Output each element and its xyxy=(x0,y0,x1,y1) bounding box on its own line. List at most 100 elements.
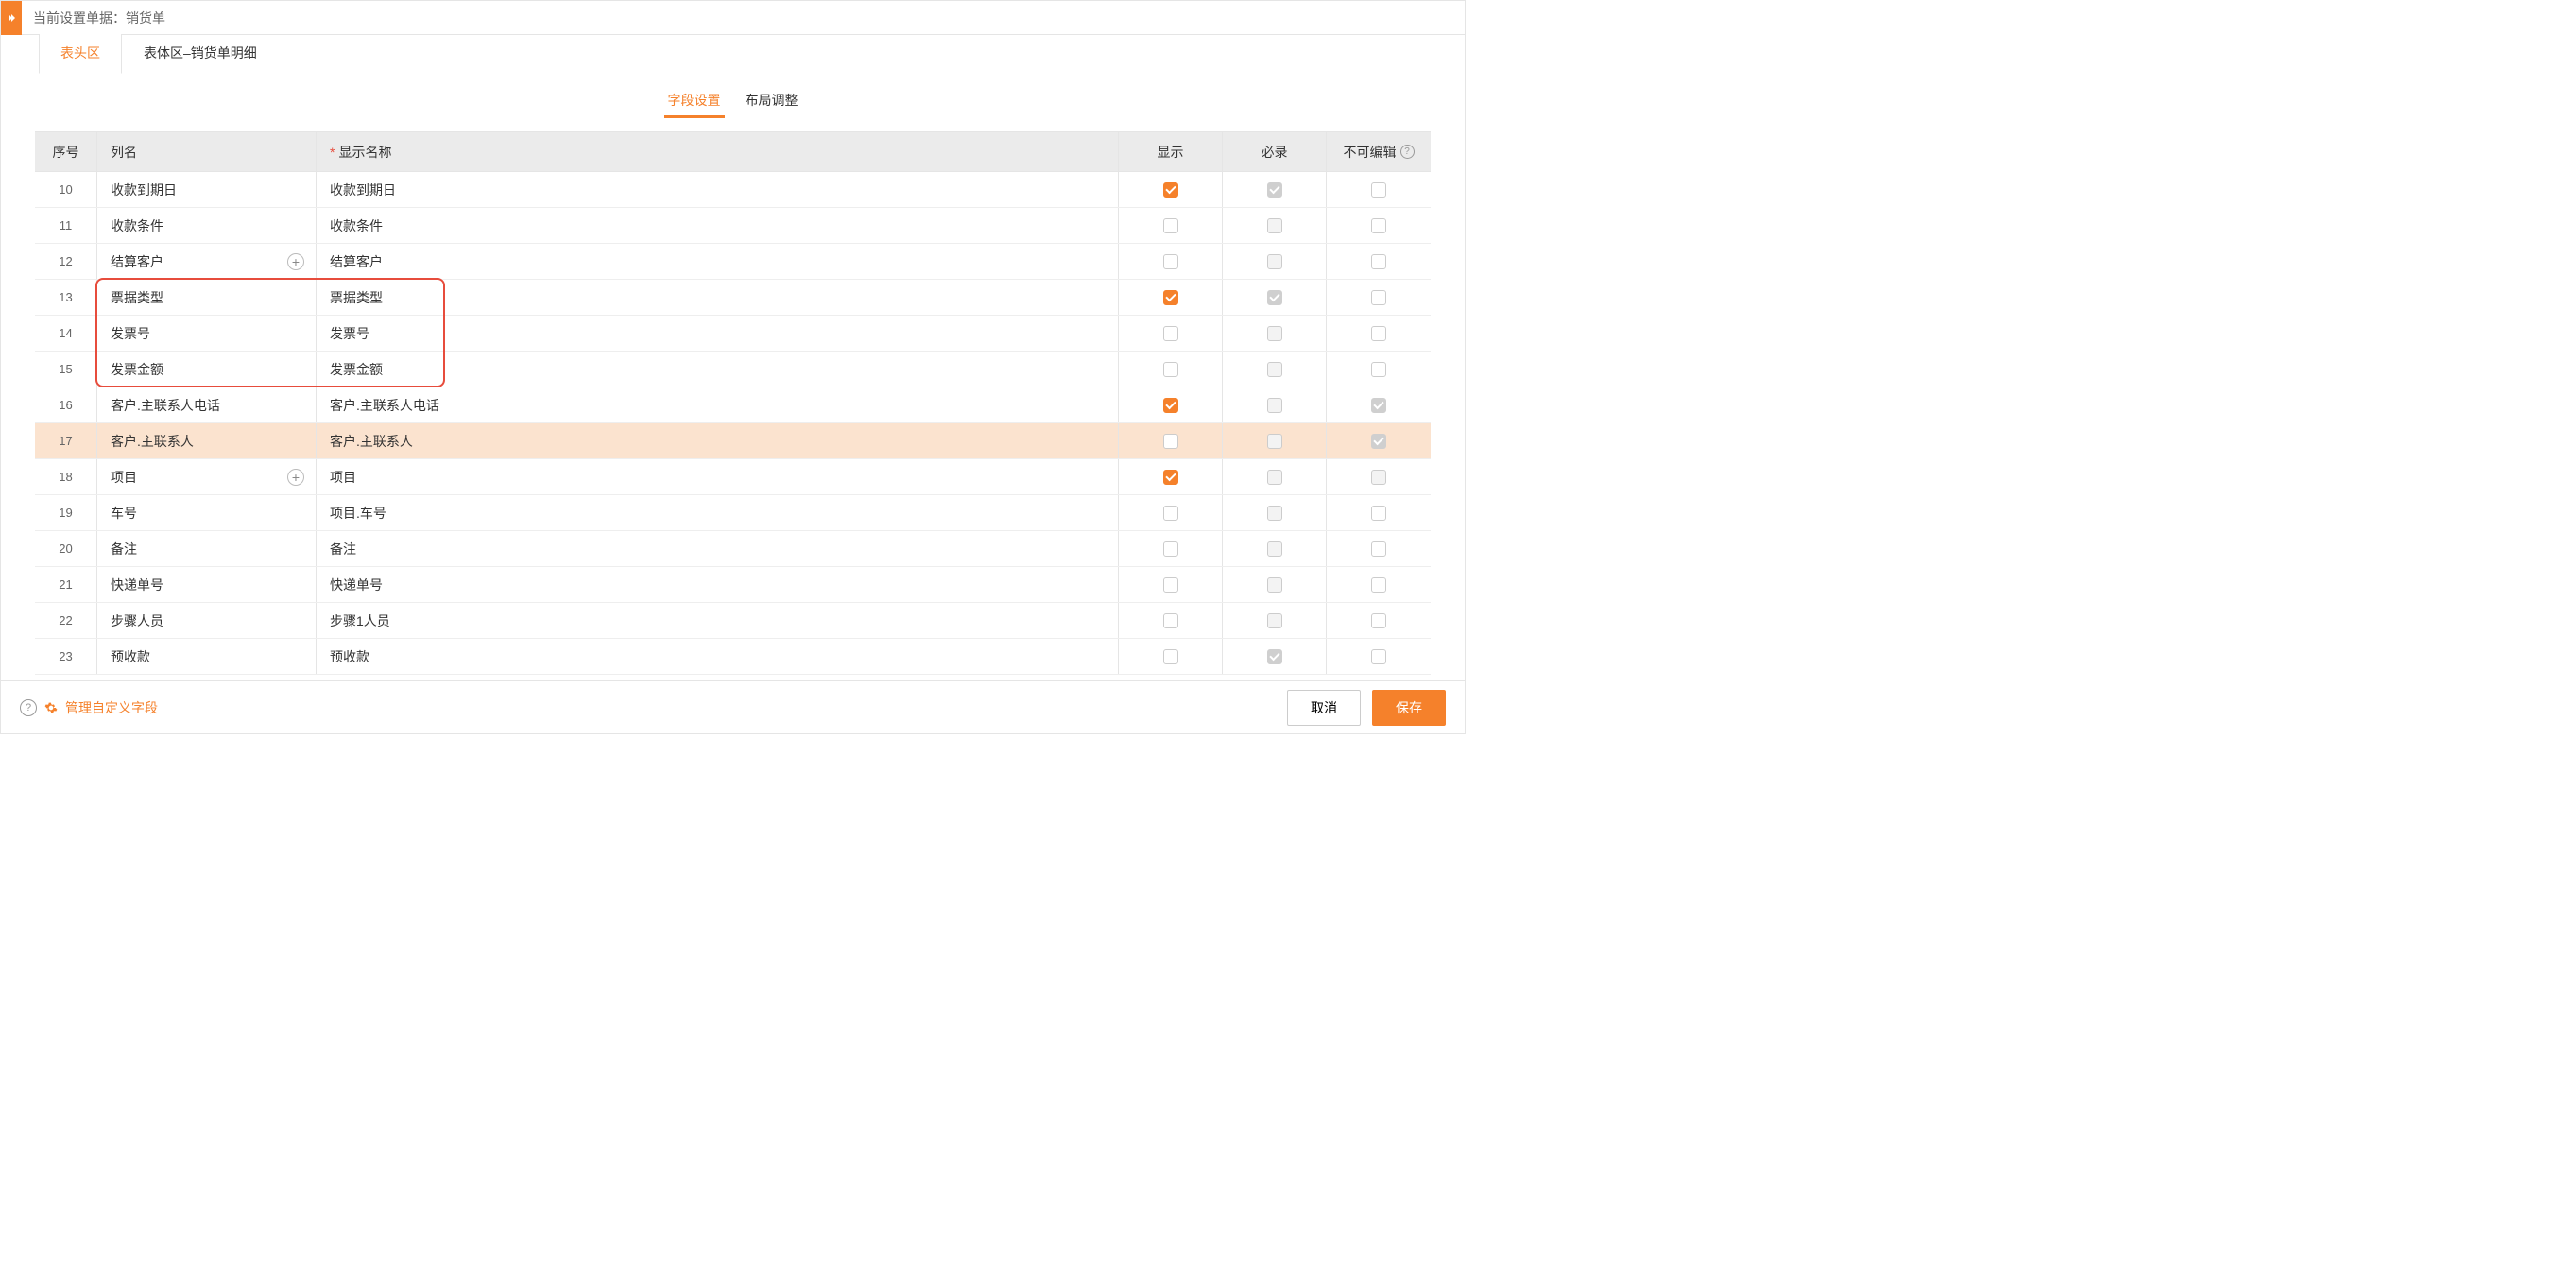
cell-display-name[interactable]: 快递单号 xyxy=(317,567,1119,602)
readonly-checkbox[interactable] xyxy=(1371,506,1386,521)
cell-required xyxy=(1223,459,1327,494)
col-header-required: 必录 xyxy=(1223,132,1327,171)
required-checkbox xyxy=(1267,362,1282,377)
show-checkbox[interactable] xyxy=(1163,254,1178,269)
cell-display-name[interactable]: 发票金额 xyxy=(317,352,1119,387)
cell-display-name[interactable]: 收款条件 xyxy=(317,208,1119,243)
cell-column-name: 结算客户+ xyxy=(97,244,317,279)
show-checkbox[interactable] xyxy=(1163,218,1178,233)
table-row[interactable]: 10收款到期日收款到期日 xyxy=(35,172,1431,208)
manage-custom-fields-link[interactable]: 管理自定义字段 xyxy=(65,698,158,717)
sub-tab[interactable]: 布局调整 xyxy=(742,91,802,118)
cell-display-name[interactable]: 收款到期日 xyxy=(317,172,1119,207)
cell-index: 21 xyxy=(35,567,97,602)
cell-readonly xyxy=(1327,352,1431,387)
cell-display-name[interactable]: 结算客户 xyxy=(317,244,1119,279)
table-header: 序号 列名 * 显示名称 显示 必录 不可编辑 ? xyxy=(35,132,1431,172)
readonly-checkbox[interactable] xyxy=(1371,362,1386,377)
required-checkbox xyxy=(1267,290,1282,305)
chevron-right-double-icon xyxy=(6,12,17,24)
readonly-checkbox[interactable] xyxy=(1371,613,1386,628)
readonly-checkbox[interactable] xyxy=(1371,577,1386,593)
cell-show xyxy=(1119,352,1223,387)
show-checkbox[interactable] xyxy=(1163,326,1178,341)
col-header-display-name: * 显示名称 xyxy=(317,132,1119,171)
show-checkbox[interactable] xyxy=(1163,506,1178,521)
show-checkbox[interactable] xyxy=(1163,398,1178,413)
cell-required xyxy=(1223,244,1327,279)
save-button[interactable]: 保存 xyxy=(1372,690,1446,726)
table-row[interactable]: 20备注备注 xyxy=(35,531,1431,567)
readonly-checkbox[interactable] xyxy=(1371,649,1386,664)
show-checkbox[interactable] xyxy=(1163,290,1178,305)
readonly-checkbox xyxy=(1371,470,1386,485)
cell-display-name[interactable]: 客户.主联系人电话 xyxy=(317,387,1119,422)
show-checkbox[interactable] xyxy=(1163,362,1178,377)
cell-readonly xyxy=(1327,495,1431,530)
sub-tab[interactable]: 字段设置 xyxy=(664,91,725,118)
table-row[interactable]: 22步骤人员步骤1人员 xyxy=(35,603,1431,639)
cell-display-name[interactable]: 客户.主联系人 xyxy=(317,423,1119,458)
readonly-checkbox[interactable] xyxy=(1371,218,1386,233)
cell-show xyxy=(1119,280,1223,315)
show-checkbox[interactable] xyxy=(1163,577,1178,593)
cell-show xyxy=(1119,459,1223,494)
table-row[interactable]: 16客户.主联系人电话客户.主联系人电话 xyxy=(35,387,1431,423)
table-row[interactable]: 15发票金额发票金额 xyxy=(35,352,1431,387)
required-checkbox xyxy=(1267,541,1282,557)
cell-display-name[interactable]: 项目 xyxy=(317,459,1119,494)
cell-show xyxy=(1119,316,1223,351)
table-row[interactable]: 23预收款预收款 xyxy=(35,639,1431,675)
cell-show xyxy=(1119,387,1223,422)
table-row[interactable]: 18项目+项目 xyxy=(35,459,1431,495)
required-checkbox xyxy=(1267,649,1282,664)
table-row[interactable]: 12结算客户+结算客户 xyxy=(35,244,1431,280)
cell-display-name[interactable]: 预收款 xyxy=(317,639,1119,674)
table-row[interactable]: 13票据类型票据类型 xyxy=(35,280,1431,316)
table-row[interactable]: 19车号项目.车号 xyxy=(35,495,1431,531)
readonly-checkbox[interactable] xyxy=(1371,326,1386,341)
readonly-checkbox xyxy=(1371,398,1386,413)
readonly-checkbox[interactable] xyxy=(1371,254,1386,269)
add-sub-field-button[interactable]: + xyxy=(287,253,304,270)
table-row[interactable]: 21快递单号快递单号 xyxy=(35,567,1431,603)
main-tab[interactable]: 表体区–销货单明细 xyxy=(122,34,279,74)
cell-show xyxy=(1119,172,1223,207)
cancel-button[interactable]: 取消 xyxy=(1287,690,1361,726)
show-checkbox[interactable] xyxy=(1163,649,1178,664)
readonly-checkbox[interactable] xyxy=(1371,290,1386,305)
cell-column-name: 预收款 xyxy=(97,639,317,674)
required-checkbox xyxy=(1267,218,1282,233)
cell-index: 19 xyxy=(35,495,97,530)
help-icon[interactable]: ? xyxy=(1400,145,1415,159)
cell-index: 17 xyxy=(35,423,97,458)
readonly-checkbox[interactable] xyxy=(1371,182,1386,198)
cell-required xyxy=(1223,495,1327,530)
table-row[interactable]: 17客户.主联系人客户.主联系人 xyxy=(35,423,1431,459)
required-star-icon: * xyxy=(330,145,335,160)
help-icon[interactable]: ? xyxy=(20,699,37,716)
cell-readonly xyxy=(1327,567,1431,602)
show-checkbox[interactable] xyxy=(1163,470,1178,485)
cell-column-name: 收款到期日 xyxy=(97,172,317,207)
cell-display-name[interactable]: 项目.车号 xyxy=(317,495,1119,530)
cell-display-name[interactable]: 备注 xyxy=(317,531,1119,566)
show-checkbox[interactable] xyxy=(1163,434,1178,449)
cell-index: 23 xyxy=(35,639,97,674)
cell-index: 14 xyxy=(35,316,97,351)
table-row[interactable]: 14发票号发票号 xyxy=(35,316,1431,352)
readonly-checkbox[interactable] xyxy=(1371,541,1386,557)
show-checkbox[interactable] xyxy=(1163,182,1178,198)
show-checkbox[interactable] xyxy=(1163,613,1178,628)
table-row[interactable]: 11收款条件收款条件 xyxy=(35,208,1431,244)
expand-panel-button[interactable] xyxy=(1,1,22,35)
cell-display-name[interactable]: 步骤1人员 xyxy=(317,603,1119,638)
cell-display-name[interactable]: 票据类型 xyxy=(317,280,1119,315)
cell-index: 22 xyxy=(35,603,97,638)
main-tab[interactable]: 表头区 xyxy=(39,34,122,74)
cell-show xyxy=(1119,244,1223,279)
cell-display-name[interactable]: 发票号 xyxy=(317,316,1119,351)
cell-readonly xyxy=(1327,639,1431,674)
add-sub-field-button[interactable]: + xyxy=(287,469,304,486)
show-checkbox[interactable] xyxy=(1163,541,1178,557)
